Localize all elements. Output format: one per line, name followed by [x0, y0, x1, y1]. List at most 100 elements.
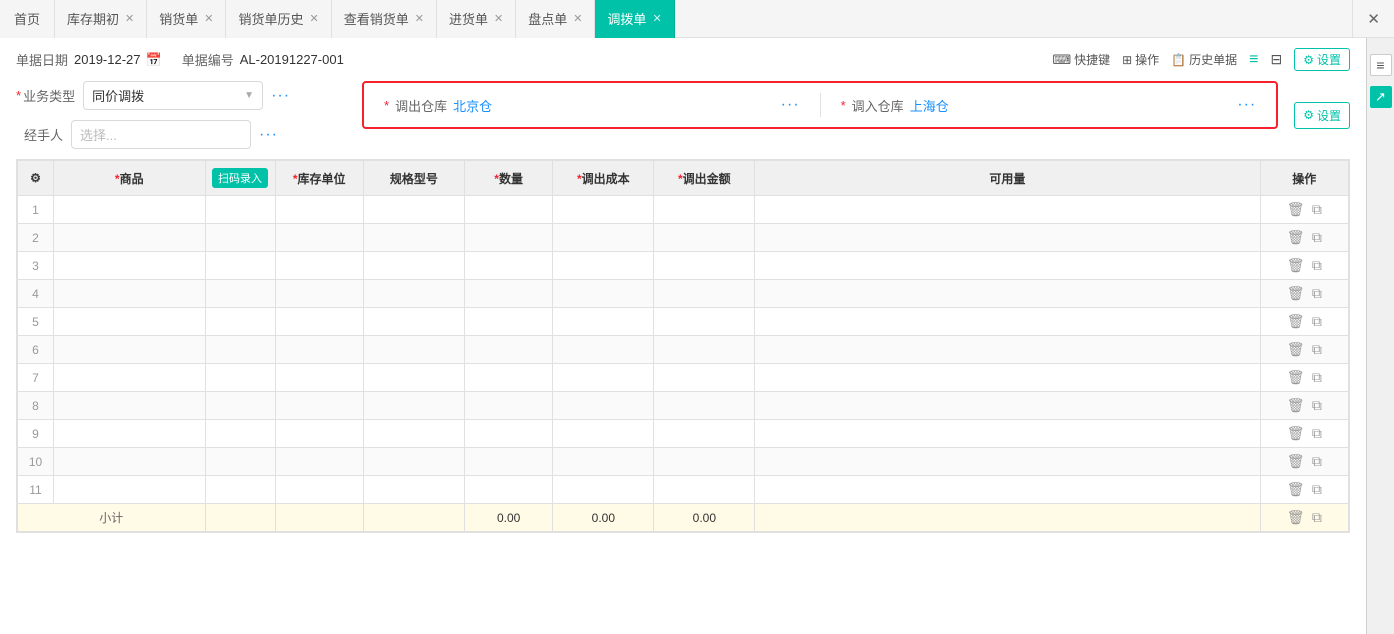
product-cell[interactable] — [54, 196, 206, 224]
copy-icon[interactable]: ⧉ — [1312, 453, 1322, 469]
tab-home[interactable]: 首页 — [0, 0, 55, 38]
spec-cell[interactable] — [363, 224, 464, 252]
unit-cell[interactable] — [275, 420, 363, 448]
cost-cell[interactable] — [553, 252, 654, 280]
cost-cell[interactable] — [553, 392, 654, 420]
product-cell[interactable] — [54, 448, 206, 476]
spec-cell[interactable] — [363, 196, 464, 224]
amount-cell[interactable] — [654, 420, 755, 448]
subtotal-delete-icon[interactable]: 🗑 — [1287, 509, 1305, 525]
unit-cell[interactable] — [275, 448, 363, 476]
tab-transfer[interactable]: 调拨单 ✕ — [595, 0, 674, 38]
col-settings-header[interactable]: ⚙ — [18, 161, 54, 196]
delete-icon[interactable]: 🗑 — [1287, 285, 1305, 301]
unit-cell[interactable] — [275, 392, 363, 420]
unit-cell[interactable] — [275, 336, 363, 364]
product-cell[interactable] — [54, 364, 206, 392]
view-toggle-list[interactable]: ≡ — [1249, 51, 1258, 69]
tab-close-icon[interactable]: ✕ — [415, 12, 424, 25]
copy-icon[interactable]: ⧉ — [1312, 201, 1322, 217]
cost-cell[interactable] — [553, 336, 654, 364]
settings-button[interactable]: ⚙ 设置 — [1294, 48, 1350, 71]
amount-cell[interactable] — [654, 196, 755, 224]
product-cell[interactable] — [54, 420, 206, 448]
subtotal-copy-icon[interactable]: ⧉ — [1312, 509, 1322, 525]
amount-cell[interactable] — [654, 252, 755, 280]
tab-close-icon[interactable]: ✕ — [573, 12, 582, 25]
tab-close-icon[interactable]: ✕ — [310, 12, 319, 25]
amount-cell[interactable] — [654, 336, 755, 364]
quantity-cell[interactable] — [464, 308, 552, 336]
view-toggle-grid[interactable]: ⊟ — [1270, 51, 1282, 68]
quantity-cell[interactable] — [464, 336, 552, 364]
unit-cell[interactable] — [275, 476, 363, 504]
product-cell[interactable] — [54, 308, 206, 336]
warehouse-out-ellipsis[interactable]: ··· — [781, 96, 800, 114]
tab-purchase[interactable]: 进货单 ✕ — [437, 0, 516, 38]
delete-icon[interactable]: 🗑 — [1287, 481, 1305, 497]
cost-cell[interactable] — [553, 364, 654, 392]
quantity-cell[interactable] — [464, 280, 552, 308]
spec-cell[interactable] — [363, 280, 464, 308]
quantity-cell[interactable] — [464, 476, 552, 504]
quantity-cell[interactable] — [464, 420, 552, 448]
copy-icon[interactable]: ⧉ — [1312, 257, 1322, 273]
warehouse-settings-button[interactable]: ⚙ 设置 — [1294, 102, 1350, 129]
amount-cell[interactable] — [654, 476, 755, 504]
unit-cell[interactable] — [275, 308, 363, 336]
copy-icon[interactable]: ⧉ — [1312, 285, 1322, 301]
unit-cell[interactable] — [275, 280, 363, 308]
tab-close-icon[interactable]: ✕ — [204, 12, 213, 25]
product-cell[interactable] — [54, 224, 206, 252]
scan-button[interactable]: 扫码录入 — [212, 168, 268, 188]
tab-close-icon[interactable]: ✕ — [494, 12, 503, 25]
product-cell[interactable] — [54, 476, 206, 504]
spec-cell[interactable] — [363, 364, 464, 392]
tab-close-icon[interactable]: ✕ — [652, 12, 661, 25]
handler-select[interactable]: 选择... — [71, 120, 251, 149]
window-close-button[interactable]: ✕ — [1352, 0, 1394, 38]
cost-cell[interactable] — [553, 280, 654, 308]
calendar-icon[interactable]: 📅 — [146, 52, 162, 68]
spec-cell[interactable] — [363, 252, 464, 280]
amount-cell[interactable] — [654, 448, 755, 476]
quantity-cell[interactable] — [464, 224, 552, 252]
copy-icon[interactable]: ⧉ — [1312, 229, 1322, 245]
amount-cell[interactable] — [654, 392, 755, 420]
handler-ellipsis-icon[interactable]: ··· — [259, 126, 278, 144]
delete-icon[interactable]: 🗑 — [1287, 257, 1305, 273]
cost-cell[interactable] — [553, 196, 654, 224]
quantity-cell[interactable] — [464, 392, 552, 420]
warehouse-in-ellipsis[interactable]: ··· — [1237, 96, 1256, 114]
quantity-cell[interactable] — [464, 448, 552, 476]
delete-icon[interactable]: 🗑 — [1287, 341, 1305, 357]
spec-cell[interactable] — [363, 476, 464, 504]
quantity-cell[interactable] — [464, 196, 552, 224]
unit-cell[interactable] — [275, 252, 363, 280]
amount-cell[interactable] — [654, 224, 755, 252]
tab-close-icon[interactable]: ✕ — [125, 12, 134, 25]
delete-icon[interactable]: 🗑 — [1287, 397, 1305, 413]
business-type-select[interactable]: 同价调拨 ▼ — [83, 81, 263, 110]
sidebar-export-icon[interactable]: ↗ — [1370, 86, 1392, 108]
warehouse-in-value[interactable]: 上海仓 — [910, 96, 949, 115]
history-button[interactable]: 📋 历史单据 — [1171, 51, 1237, 68]
copy-icon[interactable]: ⧉ — [1312, 481, 1322, 497]
shortcuts-button[interactable]: ⌨ 快捷键 — [1052, 51, 1110, 68]
copy-icon[interactable]: ⧉ — [1312, 341, 1322, 357]
tab-sales-order[interactable]: 销货单 ✕ — [147, 0, 226, 38]
cost-cell[interactable] — [553, 224, 654, 252]
tab-view-sales[interactable]: 查看销货单 ✕ — [332, 0, 437, 38]
ellipsis-icon[interactable]: ··· — [271, 87, 290, 105]
spec-cell[interactable] — [363, 336, 464, 364]
tab-inventory-init[interactable]: 库存期初 ✕ — [55, 0, 147, 38]
warehouse-out-value[interactable]: 北京仓 — [453, 96, 492, 115]
unit-cell[interactable] — [275, 224, 363, 252]
delete-icon[interactable]: 🗑 — [1287, 229, 1305, 245]
amount-cell[interactable] — [654, 280, 755, 308]
operations-button[interactable]: ⊞ 操作 — [1122, 51, 1159, 68]
product-cell[interactable] — [54, 280, 206, 308]
cost-cell[interactable] — [553, 420, 654, 448]
product-cell[interactable] — [54, 252, 206, 280]
copy-icon[interactable]: ⧉ — [1312, 313, 1322, 329]
